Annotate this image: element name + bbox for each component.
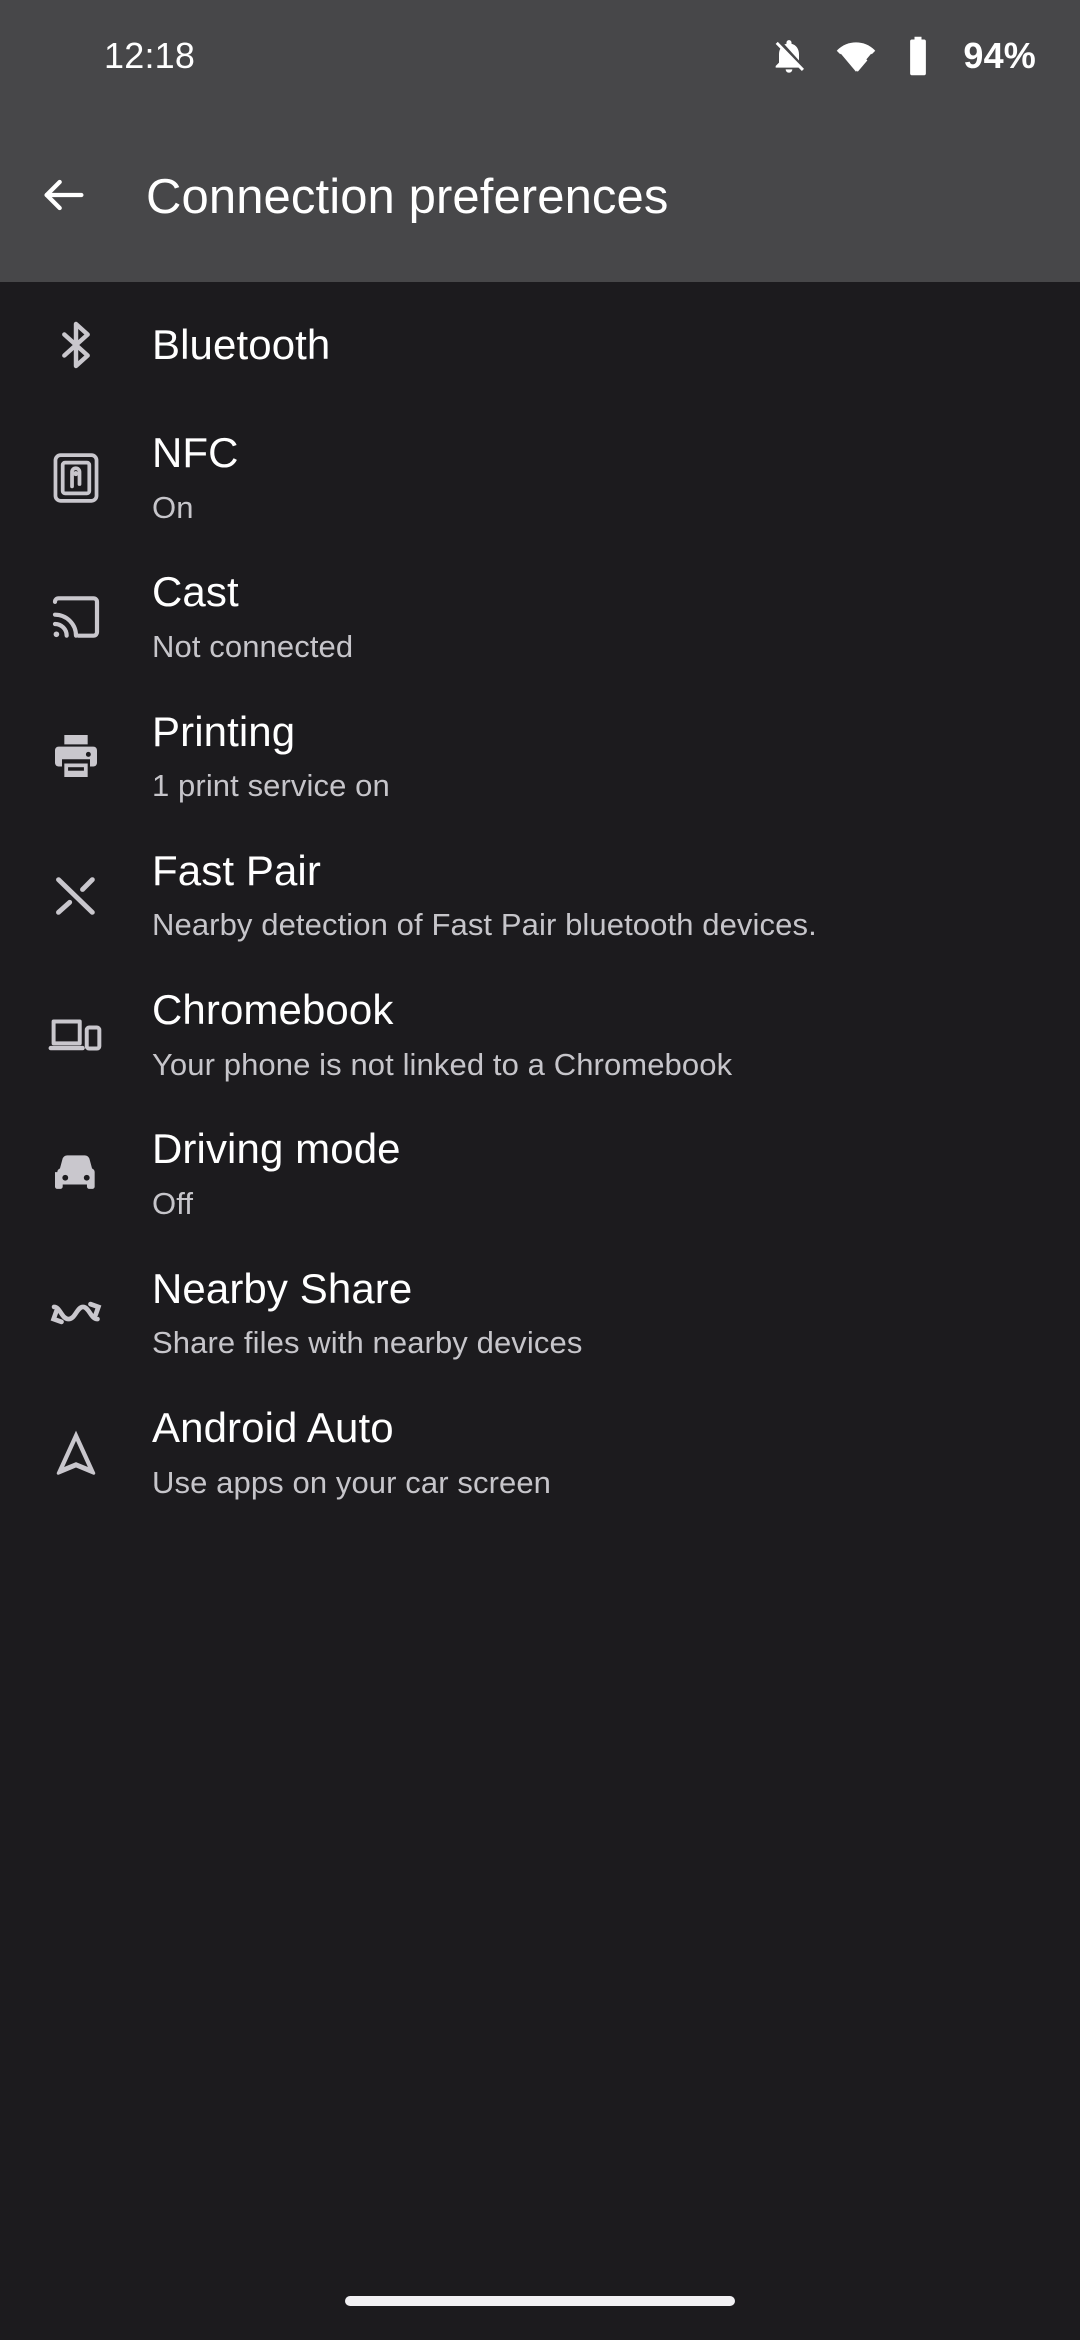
list-item-android-auto[interactable]: Android Auto Use apps on your car screen [0,1383,1080,1522]
list-item-title: Chromebook [152,986,394,1034]
printer-icon [0,728,152,784]
battery-percentage: 94% [963,35,1036,76]
list-item-printing[interactable]: Printing 1 print service on [0,687,1080,826]
list-item-cast[interactable]: Cast Not connected [0,547,1080,686]
list-item-subtitle: Nearby detection of Fast Pair bluetooth … [152,907,817,943]
list-item-subtitle: Off [152,1186,194,1222]
list-item-title: Nearby Share [152,1264,413,1312]
list-item-subtitle: Share files with nearby devices [152,1325,583,1361]
list-item-fast-pair[interactable]: Fast Pair Nearby detection of Fast Pair … [0,826,1080,965]
notifications-off-icon [769,36,809,76]
page-title: Connection preferences [146,170,669,224]
list-item-bluetooth[interactable]: Bluetooth [0,282,1080,408]
list-item-title: Printing [152,707,296,755]
list-item-text: NFC On [152,428,239,527]
list-item-text: Printing 1 print service on [152,707,390,806]
car-icon [0,1146,152,1202]
list-item-title: Bluetooth [152,321,331,369]
list-item-nfc[interactable]: NFC On [0,408,1080,547]
nfc-icon [0,450,152,506]
settings-screen: 12:18 94% Connection preferences Bluetoo… [0,0,1080,2340]
list-item-text: Chromebook Your phone is not linked to a… [152,985,732,1084]
list-item-subtitle: On [152,489,194,525]
list-item-text: Bluetooth [152,320,330,370]
chromebook-icon [0,1007,152,1063]
android-auto-icon [0,1425,152,1481]
list-item-subtitle: Use apps on your car screen [152,1464,552,1500]
app-header: 12:18 94% Connection preferences [0,0,1080,282]
list-item-text: Cast Not connected [152,567,353,666]
list-item-text: Driving mode Off [152,1124,401,1223]
cast-icon [0,589,152,645]
list-item-title: Fast Pair [152,846,321,894]
list-item-title: NFC [152,429,239,476]
list-item-subtitle: 1 print service on [152,768,390,804]
nearby-share-icon [0,1285,152,1341]
status-bar-icons: 94% [769,35,1036,77]
list-item-title: Android Auto [152,1404,394,1452]
fast-pair-icon [0,868,152,924]
back-button[interactable] [12,145,116,249]
list-item-text: Nearby Share Share files with nearby dev… [152,1264,582,1363]
wifi-icon [835,35,877,77]
list-item-subtitle: Your phone is not linked to a Chromebook [152,1046,733,1082]
bluetooth-icon [0,317,152,373]
settings-list: Bluetooth NFC On Cast Not connected Prin… [0,282,1080,1522]
app-bar: Connection preferences [0,112,1080,282]
list-item-text: Fast Pair Nearby detection of Fast Pair … [152,846,817,945]
status-bar-clock: 12:18 [104,35,196,76]
home-indicator[interactable] [345,2296,735,2306]
battery-icon [903,35,933,77]
list-item-text: Android Auto Use apps on your car screen [152,1403,551,1502]
status-bar: 12:18 94% [0,0,1080,112]
list-item-title: Driving mode [152,1125,401,1173]
list-item-chromebook[interactable]: Chromebook Your phone is not linked to a… [0,965,1080,1104]
list-item-title: Cast [152,568,239,616]
list-item-subtitle: Not connected [152,628,354,664]
back-arrow-icon [38,169,90,226]
list-item-nearby-share[interactable]: Nearby Share Share files with nearby dev… [0,1244,1080,1383]
list-item-driving-mode[interactable]: Driving mode Off [0,1104,1080,1243]
